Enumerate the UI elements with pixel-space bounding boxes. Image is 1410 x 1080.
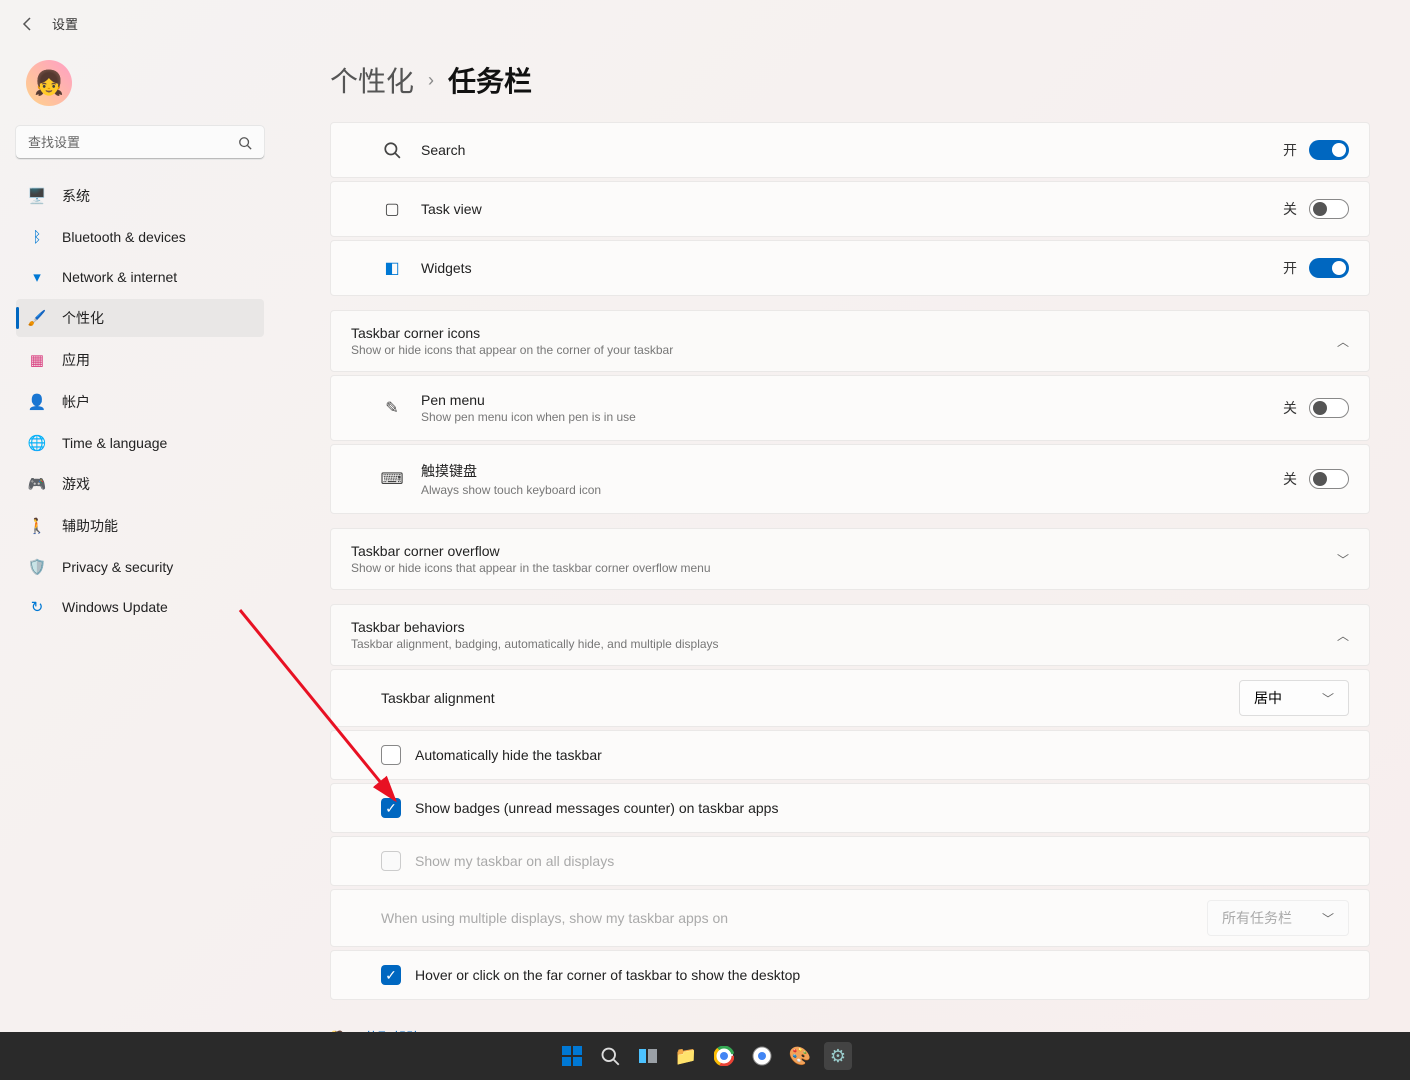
row-all-displays: Show my taskbar on all displays xyxy=(330,836,1370,886)
chevron-down-icon: ﹀ xyxy=(1322,690,1334,707)
toggle-widgets[interactable] xyxy=(1309,258,1349,278)
nav-gaming[interactable]: 🎮游戏 xyxy=(16,465,264,503)
checkbox-badges[interactable]: ✓ xyxy=(381,798,401,818)
taskbar-settings-icon[interactable]: ⚙ xyxy=(824,1042,852,1070)
row-touch-keyboard: ⌨ 触摸键盘 Always show touch keyboard icon 关 xyxy=(330,444,1370,514)
nav-apps[interactable]: ▦应用 xyxy=(16,341,264,379)
back-icon[interactable] xyxy=(20,16,36,32)
row-multi-displays: When using multiple displays, show my ta… xyxy=(330,889,1370,947)
nav-time-language[interactable]: 🌐Time & language xyxy=(16,425,264,461)
breadcrumb-current: 任务栏 xyxy=(448,60,532,100)
taskbar: 📁 🎨 ⚙ xyxy=(0,1032,1410,1080)
row-hover-corner: ✓ Hover or click on the far corner of ta… xyxy=(330,950,1370,1000)
taskview-icon: ▢ xyxy=(381,198,403,220)
row-pen-menu: ✎ Pen menu Show pen menu icon when pen i… xyxy=(330,375,1370,441)
checkbox-all-displays xyxy=(381,851,401,871)
checkbox-hover-corner[interactable]: ✓ xyxy=(381,965,401,985)
globe-icon: 🌐 xyxy=(28,434,46,452)
app-title: 设置 xyxy=(52,14,78,33)
wifi-icon: ▾ xyxy=(28,268,46,286)
nav-system[interactable]: 🖥️系统 xyxy=(16,177,264,215)
toggle-touch-keyboard[interactable] xyxy=(1309,469,1349,489)
checkbox-autohide[interactable] xyxy=(381,745,401,765)
toggle-pen-menu[interactable] xyxy=(1309,398,1349,418)
row-search: Search 开 xyxy=(330,122,1370,178)
nav-personalization[interactable]: 🖌️个性化 xyxy=(16,299,264,337)
chevron-up-icon: ︿ xyxy=(1337,627,1349,644)
nav-privacy[interactable]: 🛡️Privacy & security xyxy=(16,549,264,585)
nav-windows-update[interactable]: ↻Windows Update xyxy=(16,589,264,625)
avatar[interactable]: 👧 xyxy=(26,60,72,106)
section-corner-icons[interactable]: Taskbar corner icons Show or hide icons … xyxy=(330,310,1370,372)
chevron-up-icon: ︿ xyxy=(1337,333,1349,350)
breadcrumb-parent[interactable]: 个性化 xyxy=(330,60,414,100)
chevron-right-icon: › xyxy=(428,70,434,91)
gamepad-icon: 🎮 xyxy=(28,475,46,493)
chevron-down-icon: ﹀ xyxy=(1322,910,1334,927)
taskbar-chrome2-icon[interactable] xyxy=(748,1042,776,1070)
section-overflow[interactable]: Taskbar corner overflow Show or hide ico… xyxy=(330,528,1370,590)
widgets-icon: ◧ xyxy=(381,257,403,279)
nav-accounts[interactable]: 👤帐户 xyxy=(16,383,264,421)
person-icon: 👤 xyxy=(28,393,46,411)
search-row-icon xyxy=(381,139,403,161)
accessibility-icon: 🚶 xyxy=(28,517,46,535)
shield-icon: 🛡️ xyxy=(28,558,46,576)
row-autohide: Automatically hide the taskbar xyxy=(330,730,1370,780)
toggle-taskview[interactable] xyxy=(1309,199,1349,219)
nav-network[interactable]: ▾Network & internet xyxy=(16,259,264,295)
section-behaviors[interactable]: Taskbar behaviors Taskbar alignment, bad… xyxy=(330,604,1370,666)
brush-icon: 🖌️ xyxy=(28,309,46,327)
system-icon: 🖥️ xyxy=(28,187,46,205)
taskbar-chrome-icon[interactable] xyxy=(710,1042,738,1070)
taskbar-search-icon[interactable] xyxy=(596,1042,624,1070)
taskbar-paint-icon[interactable]: 🎨 xyxy=(786,1042,814,1070)
taskbar-taskview-icon[interactable] xyxy=(634,1042,662,1070)
apps-icon: ▦ xyxy=(28,351,46,369)
dropdown-multi-displays: 所有任务栏 ﹀ xyxy=(1207,900,1349,936)
row-widgets: ◧ Widgets 开 xyxy=(330,240,1370,296)
toggle-search[interactable] xyxy=(1309,140,1349,160)
update-icon: ↻ xyxy=(28,598,46,616)
bluetooth-icon: ᛒ xyxy=(28,228,46,246)
breadcrumb: 个性化 › 任务栏 xyxy=(330,60,1370,100)
pen-icon: ✎ xyxy=(381,397,403,419)
search-icon xyxy=(238,136,252,150)
keyboard-icon: ⌨ xyxy=(381,468,403,490)
start-icon[interactable] xyxy=(558,1042,586,1070)
chevron-down-icon: ﹀ xyxy=(1337,551,1349,568)
row-badges: ✓ Show badges (unread messages counter) … xyxy=(330,783,1370,833)
taskbar-explorer-icon[interactable]: 📁 xyxy=(672,1042,700,1070)
dropdown-alignment[interactable]: 居中 ﹀ xyxy=(1239,680,1349,716)
row-taskview: ▢ Task view 关 xyxy=(330,181,1370,237)
row-taskbar-alignment: Taskbar alignment 居中 ﹀ xyxy=(330,669,1370,727)
nav-bluetooth[interactable]: ᛒBluetooth & devices xyxy=(16,219,264,255)
nav-accessibility[interactable]: 🚶辅助功能 xyxy=(16,507,264,545)
search-input[interactable] xyxy=(16,126,264,159)
